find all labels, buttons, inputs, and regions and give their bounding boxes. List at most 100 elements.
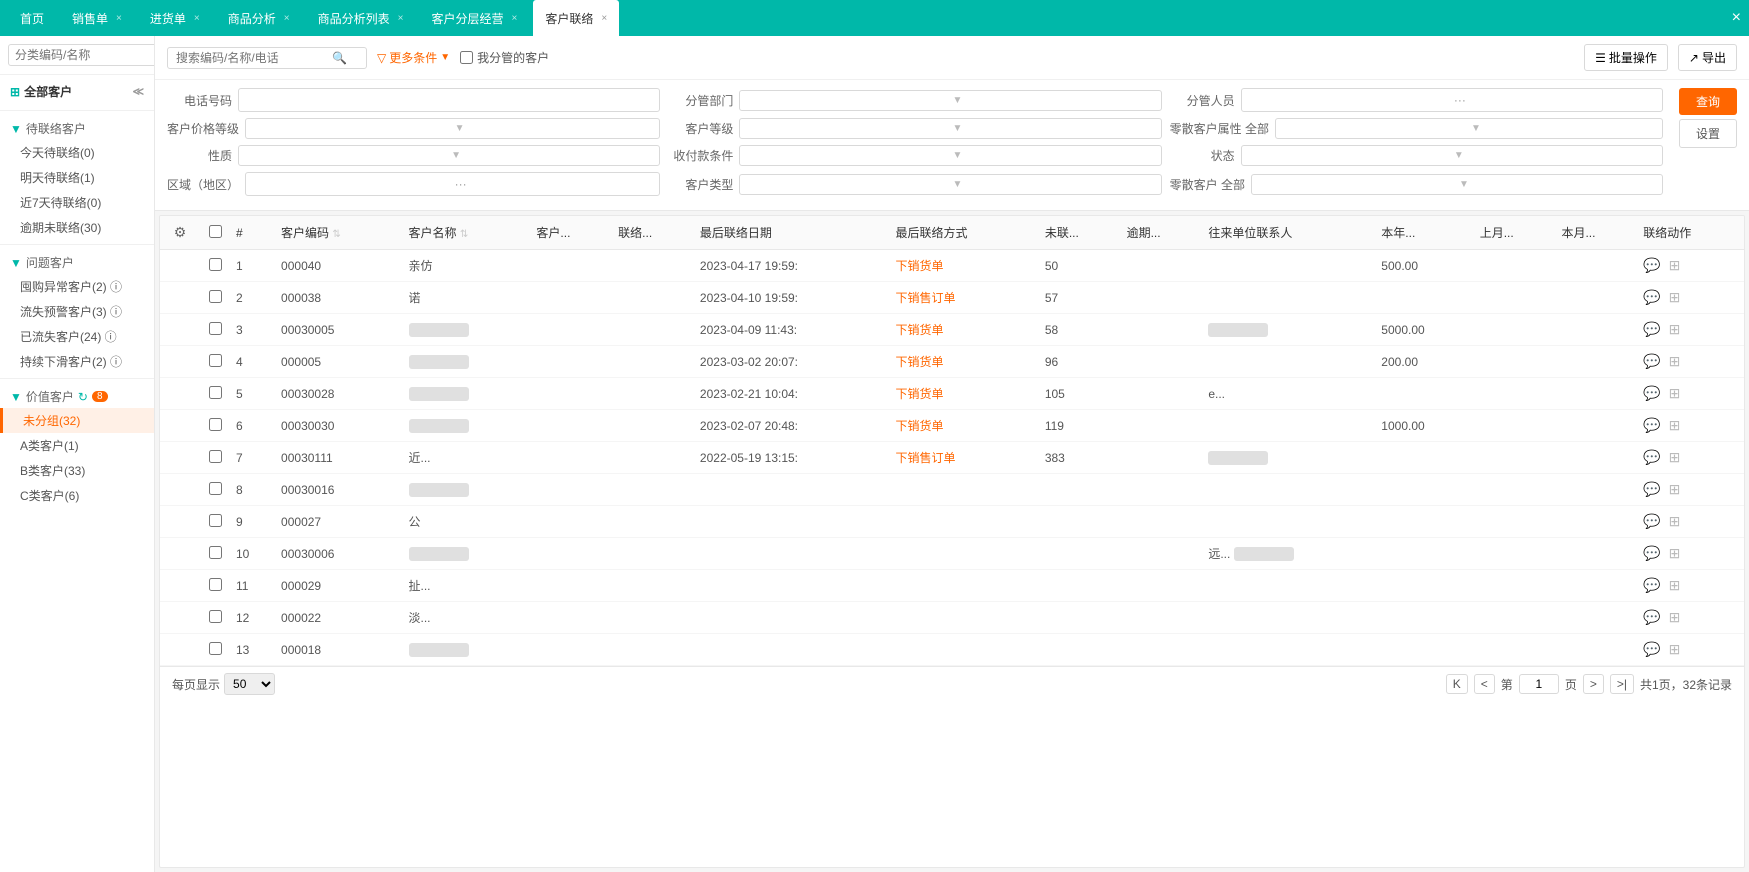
grid-action-icon[interactable]: ⊞	[1669, 481, 1681, 498]
row-checkbox[interactable]	[209, 482, 222, 495]
th-this-month[interactable]: 本月...	[1555, 216, 1637, 250]
th-this-year[interactable]: 本年...	[1375, 216, 1473, 250]
more-conditions-button[interactable]: ▽ 更多条件 ▼	[377, 49, 450, 66]
comment-icon[interactable]: 💬	[1643, 353, 1660, 370]
row-checkbox[interactable]	[209, 578, 222, 591]
grid-action-icon[interactable]: ⊞	[1669, 289, 1681, 306]
th-last-month[interactable]: 上月...	[1474, 216, 1556, 250]
sidebar-group-value[interactable]: ▼ 价值客户 ↻ 8	[0, 383, 154, 408]
sidebar-item-declining[interactable]: 持续下滑客户(2) ⓘ	[0, 349, 154, 374]
next-page-button[interactable]: >	[1583, 674, 1604, 694]
grid-action-icon[interactable]: ⊞	[1669, 449, 1681, 466]
nav-customer-segmentation[interactable]: 客户分层经营 ×	[419, 0, 529, 36]
my-customer-checkbox[interactable]: 我分管的客户	[460, 49, 549, 66]
nav-sales-close[interactable]: ×	[116, 13, 122, 24]
grid-action-icon[interactable]: ⊞	[1669, 385, 1681, 402]
nav-product-analysis[interactable]: 商品分析 ×	[216, 0, 302, 36]
window-close-button[interactable]: ×	[1732, 9, 1741, 27]
collapse-icon[interactable]: ≪	[132, 85, 144, 98]
row-checkbox[interactable]	[209, 642, 222, 655]
search-icon[interactable]: 🔍	[332, 51, 347, 65]
comment-icon[interactable]: 💬	[1643, 449, 1660, 466]
th-contact-person[interactable]: 往来单位联系人	[1202, 216, 1375, 250]
row-checkbox[interactable]	[209, 450, 222, 463]
nav-product-list-close[interactable]: ×	[398, 13, 404, 24]
retail-attr-select[interactable]: ▼	[1275, 118, 1663, 139]
nav-product-analysis-list[interactable]: 商品分析列表 ×	[306, 0, 416, 36]
sidebar-item-no-group[interactable]: 未分组(32)	[0, 408, 154, 433]
comment-icon[interactable]: 💬	[1643, 481, 1660, 498]
reset-button[interactable]: 设置	[1679, 119, 1737, 148]
grid-action-icon[interactable]: ⊞	[1669, 257, 1681, 274]
sidebar-item-overdue-contact[interactable]: 逾期未联络(30)	[0, 215, 154, 240]
contact-method-link[interactable]: 下销货单	[896, 419, 944, 433]
sidebar-item-c-class[interactable]: C类客户(6)	[0, 483, 154, 508]
refresh-icon[interactable]: ↻	[78, 390, 88, 404]
page-size-select[interactable]: 50 100 200	[224, 673, 275, 695]
contact-method-link[interactable]: 下销售订单	[896, 291, 956, 305]
export-button[interactable]: ↗ 导出	[1678, 44, 1737, 71]
region-more-icon[interactable]: ···	[451, 177, 652, 191]
nav-purchase-close[interactable]: ×	[194, 13, 200, 24]
sidebar-item-tomorrow[interactable]: 明天待联络(1)	[0, 165, 154, 190]
comment-icon[interactable]: 💬	[1643, 609, 1660, 626]
row-checkbox[interactable]	[209, 322, 222, 335]
row-checkbox[interactable]	[209, 258, 222, 271]
nav-home[interactable]: 首页	[8, 0, 56, 36]
sidebar-group-pending[interactable]: ▼ 待联络客户	[0, 115, 154, 140]
sidebar-search-input[interactable]	[8, 44, 155, 66]
grid-action-icon[interactable]: ⊞	[1669, 513, 1681, 530]
row-checkbox[interactable]	[209, 514, 222, 527]
last-page-button[interactable]: >|	[1610, 674, 1634, 694]
th-name[interactable]: 客户名称 ⇅	[403, 216, 531, 250]
phone-input[interactable]	[238, 88, 660, 112]
comment-icon[interactable]: 💬	[1643, 513, 1660, 530]
manager-more-icon[interactable]: ···	[1450, 93, 1654, 107]
th-contact[interactable]: 联络...	[612, 216, 694, 250]
grid-action-icon[interactable]: ⊞	[1669, 417, 1681, 434]
row-checkbox[interactable]	[209, 546, 222, 559]
comment-icon[interactable]: 💬	[1643, 417, 1660, 434]
search-input[interactable]	[176, 51, 326, 65]
nature-select[interactable]: ▼	[238, 145, 660, 166]
status-select[interactable]: ▼	[1241, 145, 1663, 166]
th-settings[interactable]: ⚙	[160, 216, 200, 250]
my-customer-check[interactable]	[460, 51, 473, 64]
th-last-contact-date[interactable]: 最后联络日期	[694, 216, 890, 250]
payment-select[interactable]: ▼	[739, 145, 1161, 166]
nav-sales-order[interactable]: 销售单 ×	[60, 0, 134, 36]
manager-select[interactable]: ···	[1241, 88, 1663, 112]
row-checkbox[interactable]	[209, 290, 222, 303]
sidebar-group-problem[interactable]: ▼ 问题客户	[0, 249, 154, 274]
dept-select[interactable]: ▼	[739, 90, 1161, 111]
grid-action-icon[interactable]: ⊞	[1669, 641, 1681, 658]
sidebar-item-7days[interactable]: 近7天待联络(0)	[0, 190, 154, 215]
nav-customer-contact[interactable]: 客户联络 ×	[533, 0, 619, 36]
customer-type-select[interactable]: ▼	[739, 174, 1161, 195]
prev-page-button[interactable]: <	[1474, 674, 1495, 694]
contact-method-link[interactable]: 下销货单	[896, 259, 944, 273]
page-input[interactable]	[1519, 674, 1559, 694]
th-no-contact[interactable]: 未联...	[1039, 216, 1121, 250]
row-checkbox[interactable]	[209, 354, 222, 367]
nav-contact-close[interactable]: ×	[601, 13, 607, 24]
query-button[interactable]: 查询	[1679, 88, 1737, 115]
comment-icon[interactable]: 💬	[1643, 289, 1660, 306]
comment-icon[interactable]: 💬	[1643, 321, 1660, 338]
row-checkbox[interactable]	[209, 386, 222, 399]
retail-customer-select[interactable]: ▼	[1251, 174, 1663, 195]
th-code[interactable]: 客户编码 ⇅	[275, 216, 402, 250]
comment-icon[interactable]: 💬	[1643, 257, 1660, 274]
contact-method-link[interactable]: 下销货单	[896, 355, 944, 369]
sidebar-item-a-class[interactable]: A类客户(1)	[0, 433, 154, 458]
nav-product-close[interactable]: ×	[284, 13, 290, 24]
row-checkbox[interactable]	[209, 418, 222, 431]
contact-method-link[interactable]: 下销货单	[896, 323, 944, 337]
nav-seg-close[interactable]: ×	[511, 13, 517, 24]
customer-level-select[interactable]: ▼	[739, 118, 1161, 139]
sidebar-item-churned[interactable]: 已流失客户(24) ⓘ	[0, 324, 154, 349]
settings-icon[interactable]: ⚙	[174, 224, 187, 240]
price-level-select[interactable]: ▼	[245, 118, 660, 139]
nav-purchase-order[interactable]: 进货单 ×	[138, 0, 212, 36]
grid-action-icon[interactable]: ⊞	[1669, 353, 1681, 370]
